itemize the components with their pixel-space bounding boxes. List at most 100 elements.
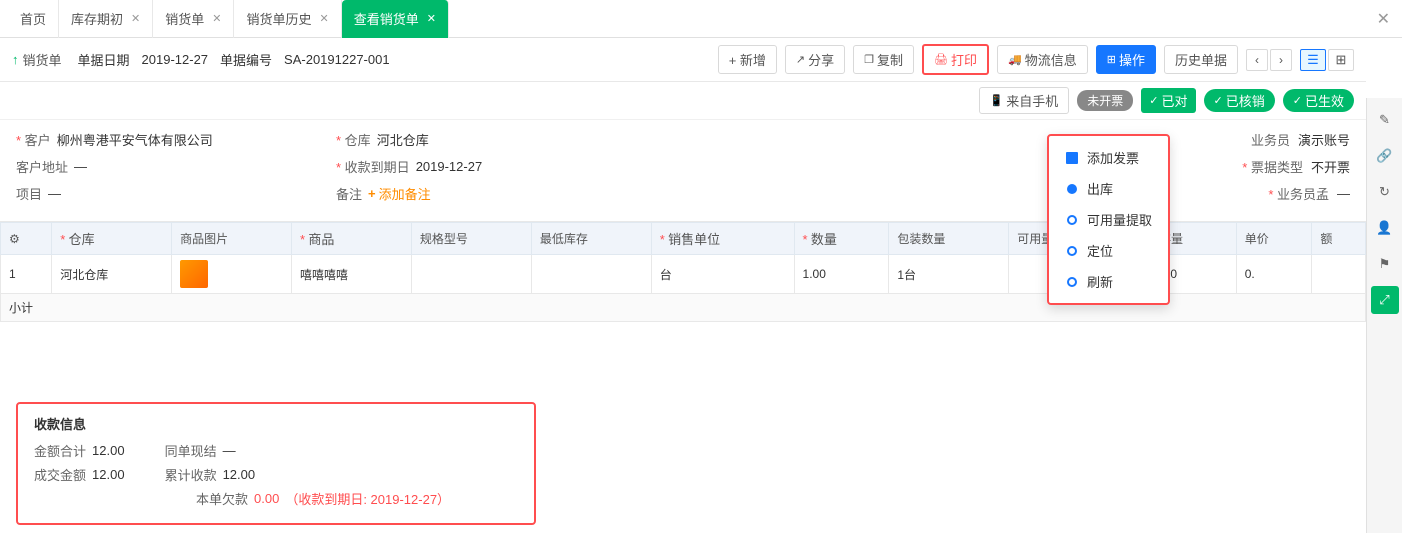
doc-type-label: 销货单 — [23, 50, 62, 69]
payment-row-1: 金额合计 12.00 同单现结 — — [34, 441, 518, 460]
ticket-type-value: 不开票 — [1311, 157, 1350, 176]
customer-field: 客户 柳州粤港平安气体有限公司 — [16, 130, 336, 149]
sidebar-flag-button[interactable]: ⚑ — [1371, 250, 1399, 278]
invoice-icon — [1065, 151, 1079, 165]
due-date-field: 收款到期日 2019-12-27 — [336, 157, 656, 176]
outbound-icon — [1065, 182, 1079, 196]
dropdown-item-locate[interactable]: 定位 — [1049, 235, 1168, 266]
staff-label: 业务员 — [1251, 130, 1290, 149]
transaction-value: 12.00 — [92, 467, 125, 482]
tab-inventory[interactable]: 库存期初 ✕ — [59, 0, 153, 38]
close-tab-history[interactable]: ✕ — [320, 12, 329, 25]
dropdown-item-outbound[interactable]: 出库 — [1049, 173, 1168, 204]
tab-sales-history[interactable]: 销货单历史 ✕ — [234, 0, 341, 38]
warehouse-field: 仓库 河北仓库 — [336, 130, 656, 149]
close-tab-sales[interactable]: ✕ — [212, 12, 221, 25]
cell-amount — [1312, 255, 1366, 294]
doc-meta: 单据日期 2019-12-27 单据编号 SA-20191227-001 — [78, 50, 390, 69]
close-tab-view[interactable]: ✕ — [427, 12, 436, 25]
refresh-menu-icon — [1065, 275, 1079, 289]
view-buttons: ☰ ⊞ — [1300, 49, 1354, 71]
copy-button[interactable]: ❐ 复制 — [853, 45, 914, 74]
due-date-value: 2019-12-27 — [416, 159, 483, 174]
grid-view-button[interactable]: ⊞ — [1328, 49, 1354, 71]
tab-view-sales[interactable]: 查看销货单 ✕ — [342, 0, 449, 38]
salesperson-value: — — [1337, 186, 1350, 201]
logistics-button[interactable]: 🚚 物流信息 — [997, 45, 1088, 74]
print-button[interactable]: 🖨 打印 — [922, 44, 989, 75]
sidebar-link-button[interactable]: 🔗 — [1371, 142, 1399, 170]
sidebar-refresh-button[interactable]: ↻ — [1371, 178, 1399, 206]
cumulative-field: 累计收款 12.00 — [165, 465, 256, 484]
project-value: — — [48, 186, 61, 201]
ticket-type-field: 票据类型 不开票 — [1242, 157, 1350, 176]
customer-value: 柳州粤港平安气体有限公司 — [57, 130, 213, 149]
cell-min-stock — [531, 255, 651, 294]
doc-header: ↑ 销货单 单据日期 2019-12-27 单据编号 SA-20191227-0… — [0, 38, 1366, 82]
address-value: — — [74, 159, 87, 174]
col-settings[interactable]: ⚙ — [1, 223, 52, 255]
warehouse-label: 仓库 — [336, 130, 371, 149]
dropdown-item-refresh[interactable]: 刷新 — [1049, 266, 1168, 297]
add-note-button[interactable]: 添加备注 — [368, 184, 431, 203]
staff-value: 演示账号 — [1298, 130, 1350, 149]
product-image — [180, 260, 208, 288]
col-quantity: * 数量 — [794, 223, 889, 255]
history-button[interactable]: 历史单据 — [1164, 45, 1238, 74]
cell-index: 1 — [1, 255, 52, 294]
cell-quantity: 1.00 — [794, 255, 889, 294]
cell-pack-qty: 1台 — [889, 255, 1009, 294]
sidebar-user-button[interactable]: 👤 — [1371, 214, 1399, 242]
operations-button[interactable]: ⊞ 操作 — [1096, 45, 1156, 74]
same-order-value: — — [223, 443, 236, 458]
col-amount: 额 — [1312, 223, 1366, 255]
address-field: 客户地址 — — [16, 157, 336, 176]
next-button[interactable]: › — [1270, 49, 1292, 71]
tab-home[interactable]: 首页 — [8, 0, 59, 38]
customer-label: 客户 — [16, 130, 51, 149]
date-value: 2019-12-27 — [142, 52, 209, 67]
new-button[interactable]: + 新增 — [718, 45, 777, 74]
same-order-label: 同单现结 — [165, 441, 217, 460]
balance-label: 本单欠款 — [196, 489, 248, 508]
total-label: 金额合计 — [34, 441, 86, 460]
number-value: SA-20191227-001 — [284, 52, 390, 67]
cell-spec — [411, 255, 531, 294]
action-row: 📱 来自手机 未开票 ✓ 已对 ✓ 已核销 ✓ 已生效 — [0, 82, 1366, 120]
window-close-button[interactable]: ✕ — [1373, 5, 1394, 33]
list-view-button[interactable]: ☰ — [1300, 49, 1326, 71]
locate-icon — [1065, 244, 1079, 258]
staff-field: 业务员 演示账号 — [1251, 130, 1350, 149]
tab-bar: 首页 库存期初 ✕ 销货单 ✕ 销货单历史 ✕ 查看销货单 ✕ ✕ — [0, 0, 1402, 38]
balance-field: 本单欠款 0.00 （收款到期日: 2019-12-27） — [196, 489, 450, 508]
warehouse-value: 河北仓库 — [377, 130, 429, 149]
cell-unit: 台 — [651, 255, 794, 294]
tab-sales[interactable]: 销货单 ✕ — [153, 0, 234, 38]
nav-arrows: ‹ › — [1246, 49, 1292, 71]
transaction-label: 成交金额 — [34, 465, 86, 484]
doc-type-icon: ↑ — [12, 52, 19, 67]
sidebar-edit-button[interactable]: ✎ — [1371, 106, 1399, 134]
prev-button[interactable]: ‹ — [1246, 49, 1268, 71]
dropdown-item-available[interactable]: 可用量提取 — [1049, 204, 1168, 235]
available-icon — [1065, 213, 1079, 227]
dropdown-item-invoice[interactable]: 添加发票 — [1049, 142, 1168, 173]
effective-badge: ✓ 已生效 — [1283, 89, 1354, 112]
unopened-badge: 未开票 — [1077, 90, 1133, 111]
bottom-section: 收款信息 金额合计 12.00 同单现结 — 成交金额 12.00 — [0, 394, 1366, 533]
project-label: 项目 — [16, 184, 42, 203]
note-field: 备注 添加备注 — [336, 184, 656, 203]
doc-type: ↑ 销货单 — [12, 50, 62, 69]
sidebar-expand-button[interactable]: ⤢ — [1371, 286, 1399, 314]
balance-value: 0.00 — [254, 491, 279, 506]
from-mobile-button[interactable]: 📱 来自手机 — [979, 87, 1070, 114]
payment-row-3: 本单欠款 0.00 （收款到期日: 2019-12-27） — [34, 489, 518, 508]
voided-badge: ✓ 已核销 — [1204, 89, 1275, 112]
close-tab-inventory[interactable]: ✕ — [131, 12, 140, 25]
col-warehouse: * 仓库 — [52, 223, 172, 255]
note-label: 备注 — [336, 184, 362, 203]
cumulative-value: 12.00 — [223, 467, 256, 482]
share-button[interactable]: ↗ 分享 — [785, 45, 845, 74]
project-field: 项目 — — [16, 184, 336, 203]
cell-warehouse: 河北仓库 — [52, 255, 172, 294]
